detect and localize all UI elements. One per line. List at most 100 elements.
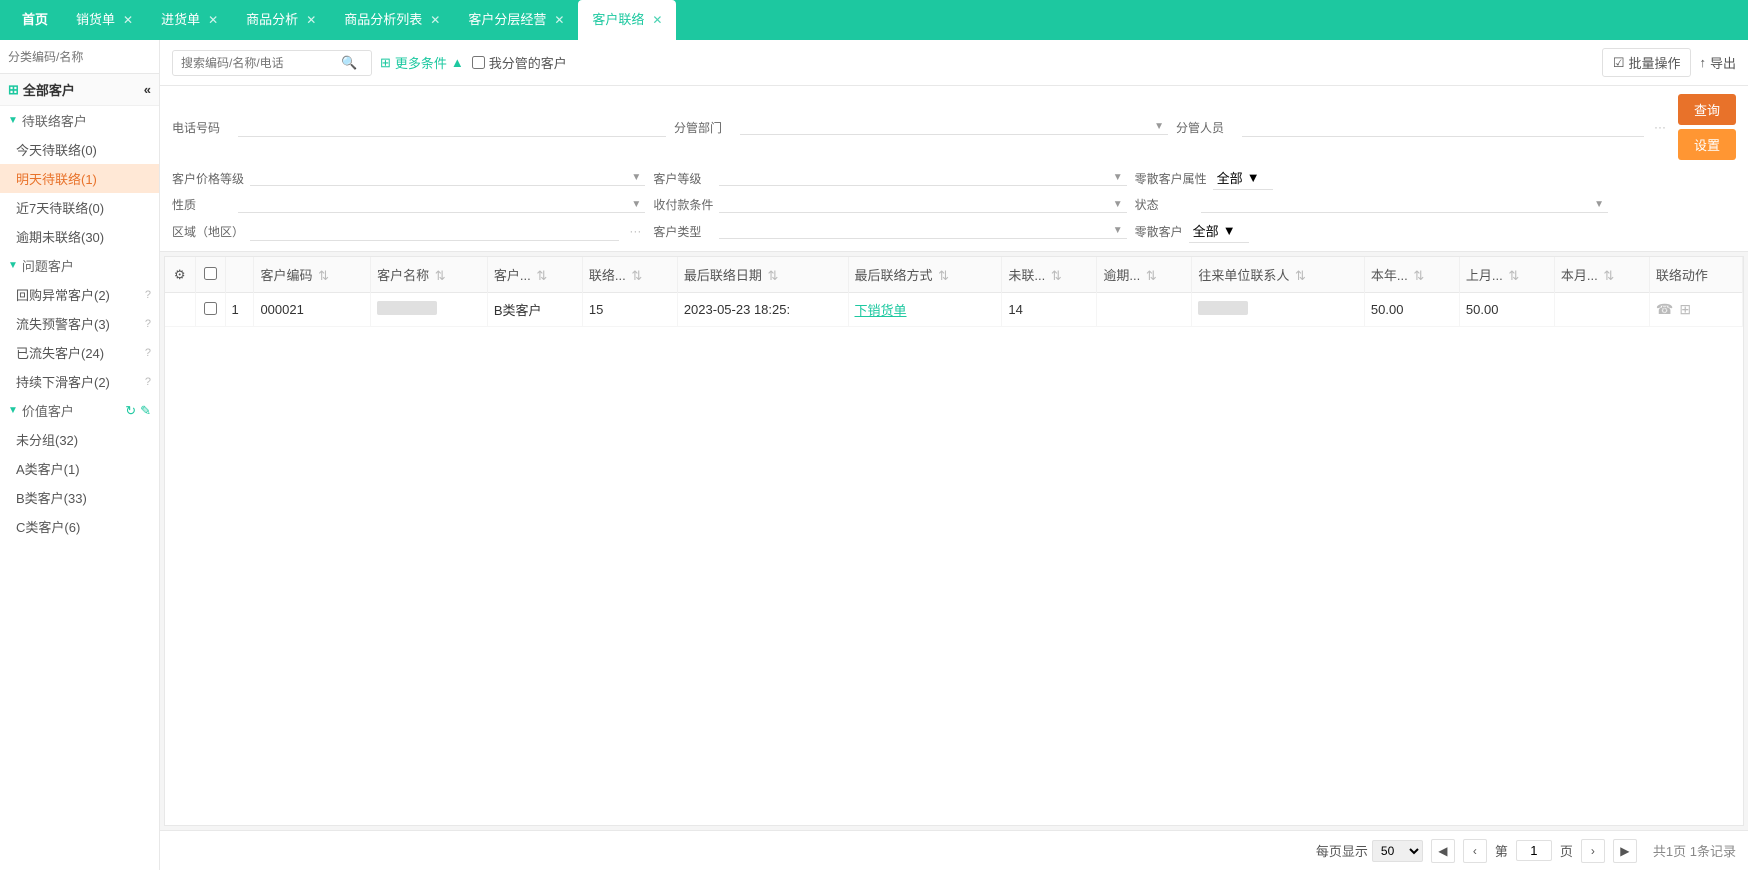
row-last-method: 下销货单 [848,293,1002,327]
filter-field-status: 状态 ▼ [1135,196,1608,213]
filter-field-payment: 收付款条件 ▼ [653,196,1126,213]
help-icon-lost: ? [145,347,151,359]
content-area: 🔍 ⊞ 更多条件 ▲ 我分管的客户 ☑ 批量操作 ↑ 导出 [160,40,1748,870]
col-code: 客户编码 ⇅ [254,257,371,293]
row-name [371,293,488,327]
row-last-month: 50.00 [1459,293,1554,327]
region-more[interactable]: ··· [625,224,645,238]
sidebar-group-pending: ▼ 待联络客户 [0,106,159,135]
settings-icon[interactable]: ⚙ [174,267,186,282]
pagination: 每页显示 50 20 100 ◀ ‹ 第 页 › ▶ 共1页 1条记录 [160,830,1748,870]
sidebar-item-today[interactable]: 今天待联络(0) [0,135,159,164]
adv-filter-row-4: 区域（地区） ··· 客户类型 ▼ 零散客户 全部 [172,219,1736,243]
nav-goods-analysis[interactable]: 商品分析 ✕ [232,0,330,40]
gender-select[interactable]: ▼ [238,197,645,213]
query-button[interactable]: 查询 [1678,94,1736,125]
sidebar-search-input[interactable] [8,50,160,64]
sidebar-item-7days[interactable]: 近7天待联络(0) [0,193,159,222]
nav-goods-analysis-list-close[interactable]: ✕ [430,0,440,40]
filter-field-phone: 电话号码 [172,118,666,137]
last-method-link[interactable]: 下销货单 [855,303,907,318]
filter-search-input[interactable] [181,56,341,70]
nav-sales-close[interactable]: ✕ [123,0,133,40]
all-customers-collapse[interactable]: « [144,82,151,97]
region-input[interactable] [250,222,619,241]
nav-sales[interactable]: 销货单 ✕ [62,0,147,40]
filter-actions: ☑ 批量操作 ↑ 导出 [1602,48,1736,77]
price-level-select[interactable]: ▼ [250,170,645,186]
col-no [225,257,254,293]
per-page-select[interactable]: 50 20 100 [1372,840,1423,862]
page-prev-btn[interactable]: ‹ [1463,839,1487,863]
retail-customer-select[interactable]: 全部 ▼ [1189,219,1249,243]
customer-type-select[interactable]: ▼ [719,223,1126,239]
per-page-selector: 每页显示 50 20 100 [1316,840,1423,862]
select-all-checkbox[interactable] [204,267,217,280]
dept-select[interactable]: ▼ [740,119,1168,135]
retail-attr-select[interactable]: 全部 ▼ [1213,166,1273,190]
value-edit-icon[interactable]: ✎ [140,403,151,419]
page-last-btn[interactable]: ▶ [1613,839,1637,863]
filter-field-customer-type: 客户类型 ▼ [653,223,1126,240]
nav-customer-contact-close[interactable]: ✕ [652,0,662,40]
manager-text-input[interactable] [1246,120,1640,134]
filter-bar: 🔍 ⊞ 更多条件 ▲ 我分管的客户 ☑ 批量操作 ↑ 导出 [160,40,1748,86]
phone-input[interactable] [238,118,666,137]
col-last-month: 上月... ⇅ [1459,257,1554,293]
my-customers-check[interactable] [472,56,485,69]
all-customers-header: ⊞ 全部客户 « [0,74,159,106]
phone-text-input[interactable] [242,120,662,134]
payment-select[interactable]: ▼ [719,197,1126,213]
nav-goods-analysis-close[interactable]: ✕ [306,0,316,40]
sidebar-item-b-class[interactable]: B类客户(33) [0,483,159,512]
export-button[interactable]: ↑ 导出 [1699,48,1736,77]
filter-more-btn[interactable]: ⊞ 更多条件 ▲ [380,53,464,72]
sidebar-item-c-class[interactable]: C类客户(6) [0,512,159,541]
sidebar-item-lost[interactable]: 已流失客户(24) ? [0,338,159,367]
sidebar-item-tomorrow[interactable]: 明天待联络(1) [0,164,159,193]
sidebar-item-a-class[interactable]: A类客户(1) [0,454,159,483]
status-select[interactable]: ▼ [1201,197,1608,213]
filter-search-icon[interactable]: 🔍 [341,55,357,71]
my-customers-checkbox: 我分管的客户 [472,53,567,72]
nav-home[interactable]: 首页 [8,0,62,40]
region-text-input[interactable] [254,224,615,238]
nav-goods-analysis-list[interactable]: 商品分析列表 ✕ [330,0,454,40]
filter-field-region: 区域（地区） ··· [172,222,645,241]
adv-filter-row-1: 电话号码 分管部门 ▼ 分管人员 [172,94,1736,160]
adv-filter-panel: 电话号码 分管部门 ▼ 分管人员 [160,86,1748,252]
sidebar-item-declining[interactable]: 持续下滑客户(2) ? [0,367,159,396]
action-grid-icon[interactable]: ⊞ [1679,301,1691,318]
value-refresh-icon[interactable]: ↻ [125,403,136,419]
help-icon-declining: ? [145,376,151,388]
nav-purchase-close[interactable]: ✕ [208,0,218,40]
filter-action-col: 查询 设置 [1678,94,1736,160]
top-nav: 首页 销货单 ✕ 进货单 ✕ 商品分析 ✕ 商品分析列表 ✕ 客户分层经营 ✕ … [0,0,1748,40]
filter-field-retail-attr: 零散客户属性 全部 ▼ [1135,166,1608,190]
nav-purchase[interactable]: 进货单 ✕ [147,0,232,40]
action-phone-icon[interactable]: ☎ [1656,301,1673,318]
sidebar-item-abnormal[interactable]: 回购异常客户(2) ? [0,280,159,309]
total-info: 共1页 1条记录 [1653,841,1736,860]
nav-customer-layer[interactable]: 客户分层经营 ✕ [454,0,578,40]
batch-op-button[interactable]: ☑ 批量操作 [1602,48,1692,77]
table-row: 1 000021 B类客户 15 2023-05-23 18:25: 下销货单 … [165,293,1743,327]
sidebar-item-warning[interactable]: 流失预警客户(3) ? [0,309,159,338]
manager-more[interactable]: ··· [1650,120,1670,134]
manager-input[interactable] [1242,118,1644,137]
sidebar-item-overdue[interactable]: 逾期未联络(30) [0,222,159,251]
table-header-row: ⚙ 客户编码 ⇅ 客户名称 ⇅ [165,257,1743,293]
row-select-checkbox[interactable] [204,302,217,315]
nav-customer-layer-close[interactable]: ✕ [554,0,564,40]
page-first-btn[interactable]: ◀ [1431,839,1455,863]
sidebar-item-ungrouped[interactable]: 未分组(32) [0,425,159,454]
page-input[interactable] [1516,840,1552,861]
nav-customer-contact[interactable]: 客户联络 ✕ [578,0,676,40]
setting-button[interactable]: 设置 [1678,129,1736,160]
filter-field-price-level: 客户价格等级 ▼ [172,170,645,187]
sidebar: 🔍 ⊞ 全部客户 « ▼ 待联络客户 今天待联络(0) 明天待联络(1) 近7天… [0,40,160,870]
help-icon-warning: ? [145,318,151,330]
page-next-btn[interactable]: › [1581,839,1605,863]
row-overdue [1097,293,1192,327]
customer-level-select[interactable]: ▼ [719,170,1126,186]
